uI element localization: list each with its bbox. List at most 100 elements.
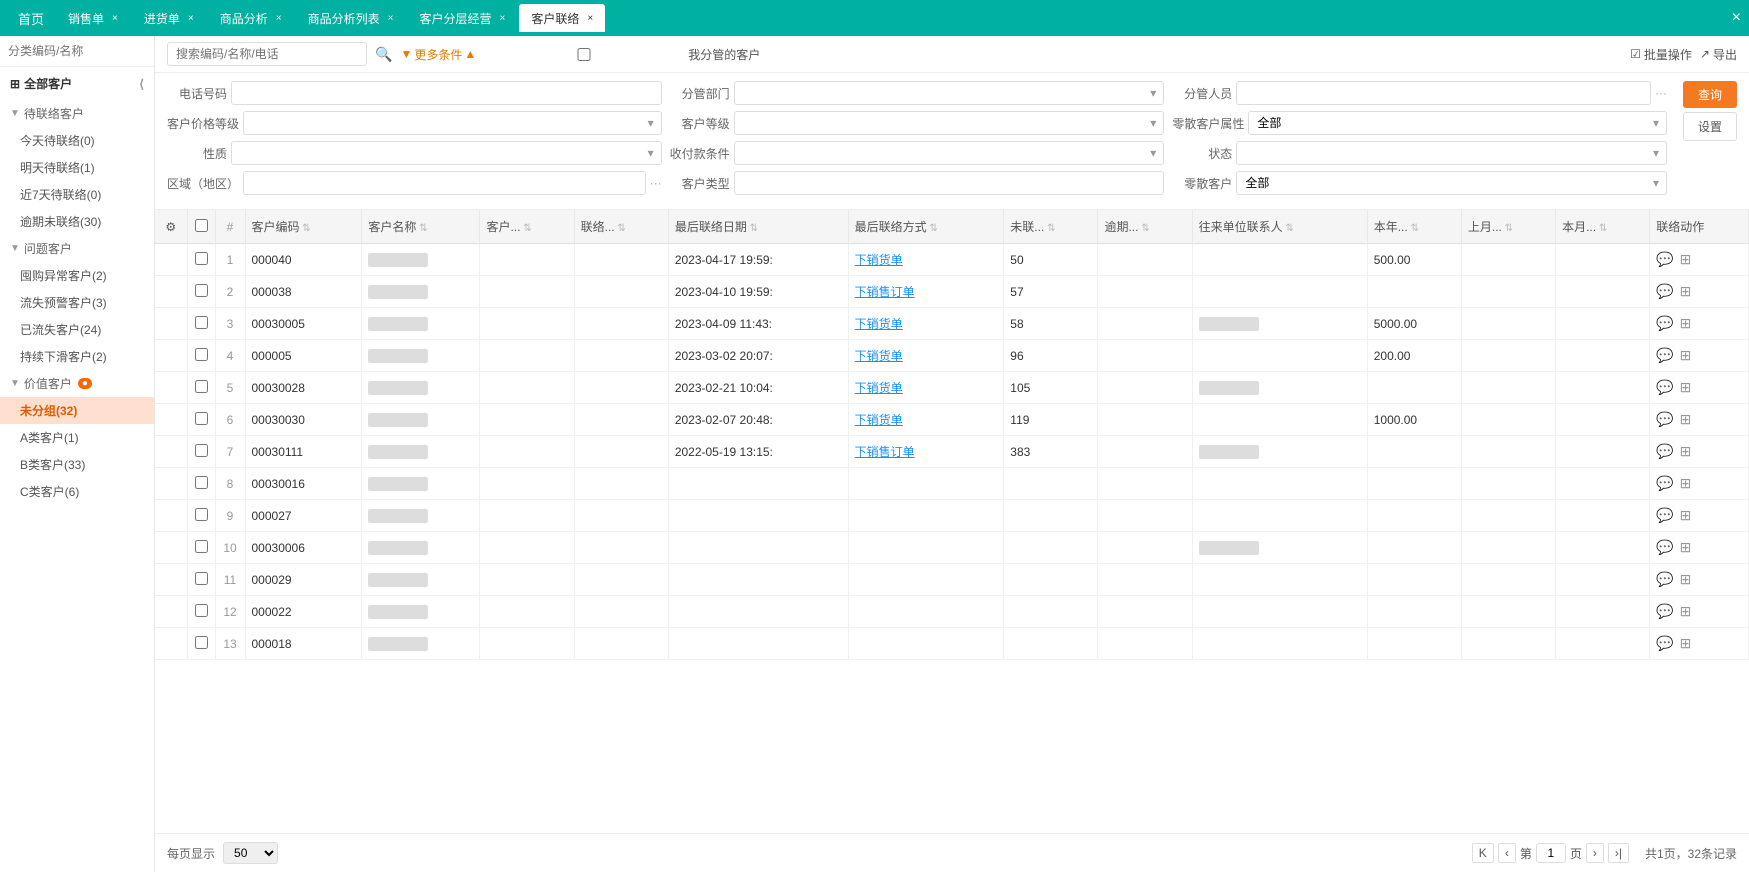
customer-level-select[interactable] <box>734 111 1165 135</box>
grid-action-icon[interactable]: ⊞ <box>1680 507 1692 524</box>
contact-method-link[interactable]: 下销售订单 <box>855 445 915 459</box>
close-icon[interactable]: × <box>388 13 394 24</box>
region-more-dot-icon[interactable]: ··· <box>650 176 662 190</box>
nav-tab-product-analysis[interactable]: 商品分析 × <box>208 4 294 32</box>
status-select[interactable] <box>1236 141 1667 165</box>
no-contact-col-header[interactable]: 未联... <box>1004 210 1098 244</box>
grid-action-icon[interactable]: ⊞ <box>1680 315 1692 332</box>
sidebar-item-declining[interactable]: 持续下滑客户(2) <box>0 343 154 370</box>
contact-method-link[interactable]: 下销货单 <box>855 253 903 267</box>
contact-col-header[interactable]: 联络... <box>574 210 668 244</box>
sidebar-item-churned[interactable]: 已流失客户(24) <box>0 316 154 343</box>
close-icon[interactable]: × <box>188 13 194 24</box>
sidebar-item-abnormal[interactable]: 囤购异常客户(2) <box>0 262 154 289</box>
main-close-button[interactable]: × <box>1732 9 1741 27</box>
last-contact-method-col-header[interactable]: 最后联络方式 <box>848 210 1004 244</box>
type-col-header[interactable]: 客户... <box>480 210 574 244</box>
dept-select[interactable] <box>734 81 1165 105</box>
this-year-col-header[interactable]: 本年... <box>1367 210 1461 244</box>
row-checkbox[interactable] <box>195 348 208 361</box>
row-checkbox[interactable] <box>195 476 208 489</box>
contact-method-link[interactable]: 下销货单 <box>855 349 903 363</box>
row-checkbox[interactable] <box>195 572 208 585</box>
region-input[interactable] <box>243 171 646 195</box>
export-button[interactable]: ↗ 导出 <box>1700 46 1737 63</box>
row-checkbox[interactable] <box>195 540 208 553</box>
contact-method-link[interactable]: 下销货单 <box>855 381 903 395</box>
sidebar-item-class-b[interactable]: B类客户(33) <box>0 451 154 478</box>
more-conditions-button[interactable]: ▼ 更多条件 ▲ <box>400 46 476 63</box>
grid-action-icon[interactable]: ⊞ <box>1680 251 1692 268</box>
message-icon[interactable]: 💬 <box>1656 635 1673 652</box>
all-customers-header[interactable]: ⊞ 全部客户 ⟨ <box>0 67 154 100</box>
problem-customers-group[interactable]: ▼ 问题客户 <box>0 235 154 262</box>
page-size-select[interactable]: 50 100 <box>223 842 278 864</box>
message-icon[interactable]: 💬 <box>1656 315 1673 332</box>
grid-action-icon[interactable]: ⊞ <box>1680 635 1692 652</box>
more-dot-icon[interactable]: ··· <box>1655 86 1667 100</box>
phone-input[interactable] <box>231 81 662 105</box>
my-customers-input[interactable] <box>484 48 684 61</box>
checkbox-col-header[interactable] <box>187 210 215 244</box>
row-checkbox[interactable] <box>195 252 208 265</box>
customer-type-input[interactable] <box>734 171 1165 195</box>
search-button[interactable]: 🔍 <box>375 46 392 63</box>
sidebar-item-class-a[interactable]: A类客户(1) <box>0 424 154 451</box>
grid-action-icon[interactable]: ⊞ <box>1680 475 1692 492</box>
payment-select[interactable] <box>734 141 1165 165</box>
page-number-input[interactable] <box>1536 843 1566 863</box>
message-icon[interactable]: 💬 <box>1656 347 1673 364</box>
overdue-col-header[interactable]: 逾期... <box>1098 210 1192 244</box>
close-icon[interactable]: × <box>112 13 118 24</box>
retail-attr-select[interactable]: 全部 <box>1248 111 1667 135</box>
row-checkbox[interactable] <box>195 284 208 297</box>
message-icon[interactable]: 💬 <box>1656 507 1673 524</box>
row-checkbox[interactable] <box>195 444 208 457</box>
message-icon[interactable]: 💬 <box>1656 571 1673 588</box>
message-icon[interactable]: 💬 <box>1656 251 1673 268</box>
grid-action-icon[interactable]: ⊞ <box>1680 443 1692 460</box>
last-page-button[interactable]: ›| <box>1608 843 1629 863</box>
select-all-checkbox[interactable] <box>195 219 208 232</box>
value-customers-group[interactable]: ▼ 价值客户 ● <box>0 370 154 397</box>
last-month-col-header[interactable]: 上月... <box>1461 210 1555 244</box>
grid-action-icon[interactable]: ⊞ <box>1680 283 1692 300</box>
price-level-select[interactable] <box>243 111 662 135</box>
next-page-button[interactable]: › <box>1586 843 1604 863</box>
sidebar-search-input[interactable] <box>8 44 155 58</box>
search-input[interactable] <box>167 42 367 66</box>
nav-tab-sales[interactable]: 销售单 × <box>56 4 130 32</box>
batch-operation-button[interactable]: ☑ 批量操作 <box>1630 46 1692 63</box>
this-month-col-header[interactable]: 本月... <box>1556 210 1650 244</box>
code-col-header[interactable]: 客户编码 <box>245 210 362 244</box>
first-page-button[interactable]: K <box>1472 843 1494 863</box>
my-customers-checkbox[interactable]: 我分管的客户 <box>484 46 760 63</box>
sidebar-item-7days[interactable]: 近7天待联络(0) <box>0 181 154 208</box>
grid-action-icon[interactable]: ⊞ <box>1680 347 1692 364</box>
nav-tab-customer-contact[interactable]: 客户联络 × <box>519 4 605 32</box>
close-icon[interactable]: × <box>587 13 593 24</box>
reset-button[interactable]: 设置 <box>1683 112 1737 141</box>
settings-col-header[interactable]: ⚙ <box>155 210 187 244</box>
nav-tab-customer-mgmt[interactable]: 客户分层经营 × <box>407 4 517 32</box>
nav-tab-product-list[interactable]: 商品分析列表 × <box>296 4 406 32</box>
collapse-icon[interactable]: ⟨ <box>139 77 144 91</box>
sidebar-item-churn-warning[interactable]: 流失预警客户(3) <box>0 289 154 316</box>
contact-method-link[interactable]: 下销货单 <box>855 413 903 427</box>
message-icon[interactable]: 💬 <box>1656 539 1673 556</box>
sidebar-item-class-c[interactable]: C类客户(6) <box>0 478 154 505</box>
sidebar-item-today[interactable]: 今天待联络(0) <box>0 127 154 154</box>
query-button[interactable]: 查询 <box>1683 81 1737 108</box>
pending-contact-group[interactable]: ▼ 待联络客户 <box>0 100 154 127</box>
close-icon[interactable]: × <box>276 13 282 24</box>
unit-contact-col-header[interactable]: 往来单位联系人 <box>1192 210 1367 244</box>
row-checkbox[interactable] <box>195 412 208 425</box>
message-icon[interactable]: 💬 <box>1656 411 1673 428</box>
name-col-header[interactable]: 客户名称 <box>362 210 480 244</box>
row-checkbox[interactable] <box>195 604 208 617</box>
grid-action-icon[interactable]: ⊞ <box>1680 571 1692 588</box>
message-icon[interactable]: 💬 <box>1656 443 1673 460</box>
contact-method-link[interactable]: 下销货单 <box>855 317 903 331</box>
sidebar-item-overdue[interactable]: 逾期未联络(30) <box>0 208 154 235</box>
retail-customer-select[interactable]: 全部 <box>1236 171 1667 195</box>
